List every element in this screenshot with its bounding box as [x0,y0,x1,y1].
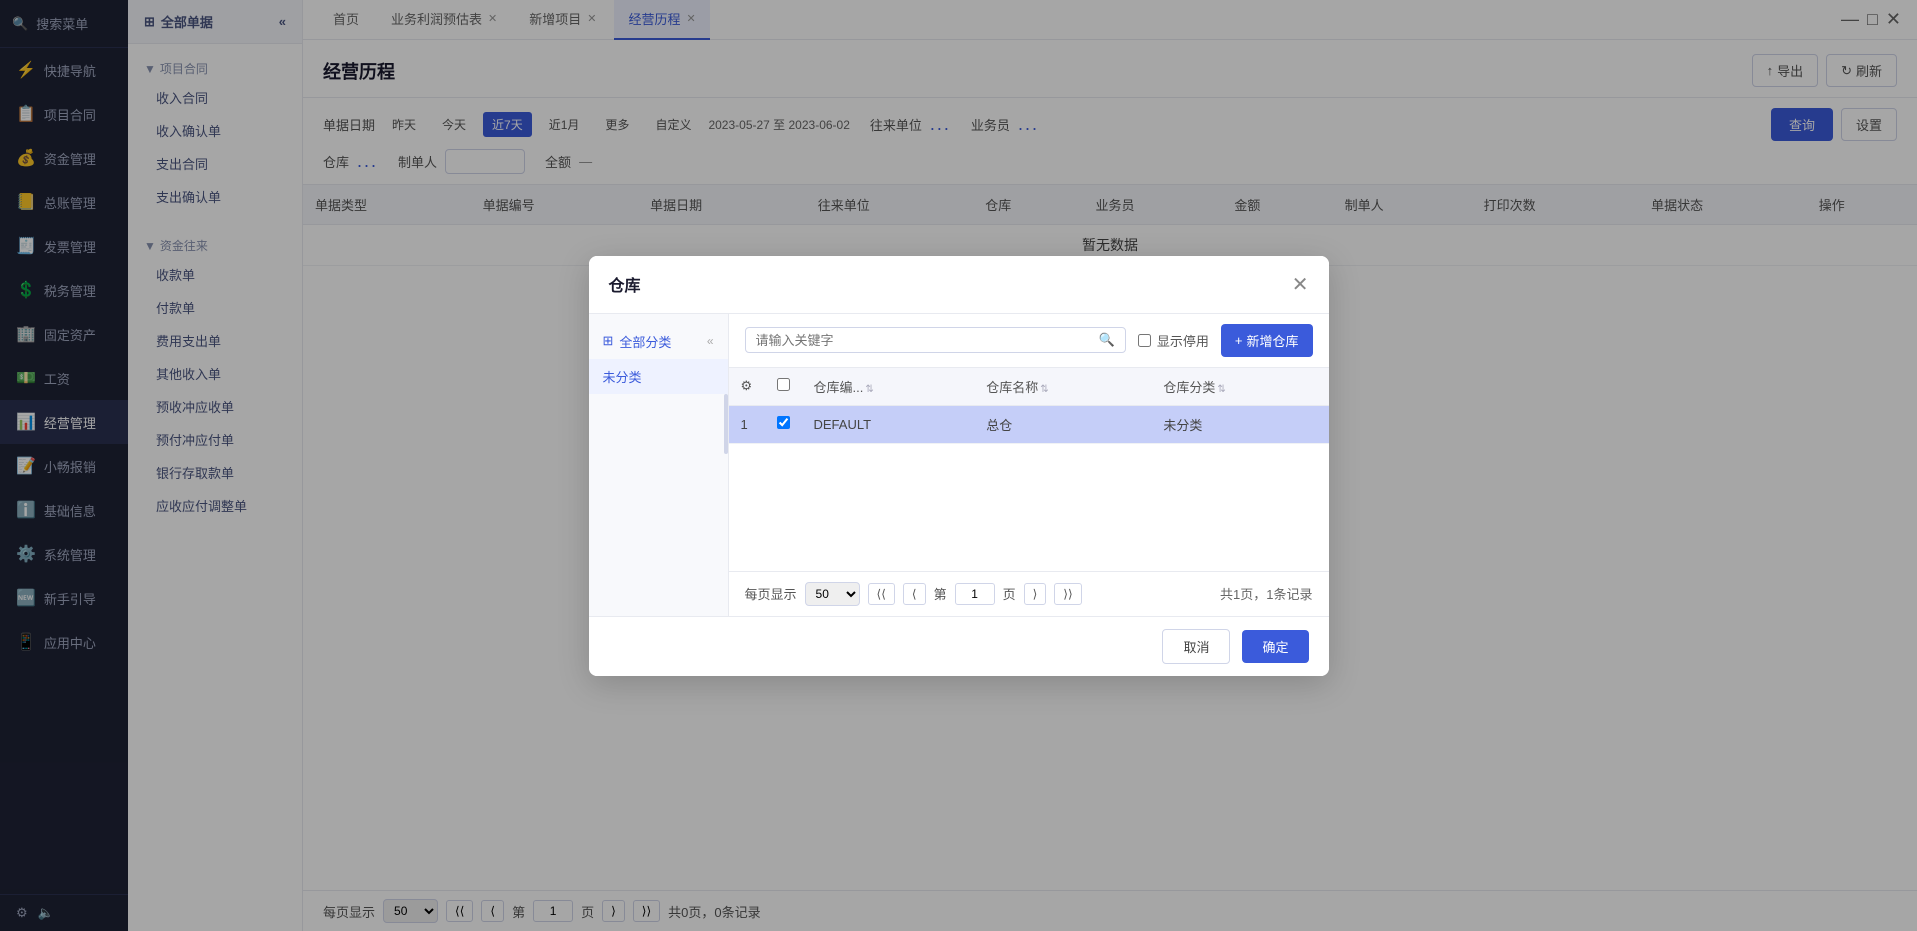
modal-left-panel: ⊞ 全部分类 « 未分类 [589,314,729,616]
modal-page-suffix: 页 [1003,584,1016,603]
uncategorized-label: 未分类 [603,370,642,385]
modal-search-box[interactable]: 🔍 [745,327,1126,353]
modal-prev-page-btn[interactable]: ⟨ [903,583,926,605]
row-code: DEFAULT [802,405,975,443]
modal-overlay: 仓库 ✕ ⊞ 全部分类 « 未分类 [0,0,1917,931]
prev-icon: ⟨ [912,587,917,601]
modal-per-page-label: 每页显示 [745,584,797,603]
add-warehouse-button[interactable]: + 新增仓库 [1221,324,1313,357]
row-checkbox[interactable] [777,416,790,429]
modal-page-label: 第 [934,584,947,603]
sort-code-icon: ⇅ [865,384,873,395]
modal-search-input[interactable] [756,333,1093,348]
modal-first-page-btn[interactable]: ⟨⟨ [868,583,895,605]
modal-page-input[interactable] [955,583,995,605]
col-settings-icon: ⚙ [729,368,765,406]
col-warehouse-name: 仓库名称⇅ [974,368,1151,406]
modal-last-page-btn[interactable]: ⟩⟩ [1054,583,1081,605]
row-index: 1 [729,405,765,443]
confirm-button[interactable]: 确定 [1242,630,1308,663]
all-category-label: 全部分类 [619,332,671,351]
grid-category-icon: ⊞ [603,333,614,349]
show-disabled-checkbox[interactable] [1138,334,1151,347]
select-all-checkbox[interactable] [777,378,790,391]
row-category: 未分类 [1151,405,1328,443]
modal-total-text: 共1页，1条记录 [1220,584,1312,603]
left-scrollbar[interactable] [724,394,728,454]
sort-name-icon: ⇅ [1040,384,1048,395]
modal-per-page-select[interactable]: 50 100 [805,582,860,606]
last-icon: ⟩⟩ [1063,587,1072,601]
sort-cat-icon: ⇅ [1217,384,1225,395]
cancel-button[interactable]: 取消 [1162,629,1230,664]
modal-table-row[interactable]: 1 DEFAULT 总仓 未分类 [729,405,1329,443]
modal-next-page-btn[interactable]: ⟩ [1024,583,1047,605]
col-warehouse-code: 仓库编...⇅ [802,368,975,406]
modal-right-panel: 🔍 显示停用 + 新增仓库 [729,314,1329,616]
next-icon: ⟩ [1033,587,1038,601]
show-disabled-container: 显示停用 [1138,331,1209,350]
col-checkbox [765,368,802,406]
modal-close-button[interactable]: ✕ [1292,272,1309,297]
plus-icon: + [1235,333,1243,348]
first-icon: ⟨⟨ [877,587,886,601]
modal-header: 仓库 ✕ [589,256,1329,314]
row-name: 总仓 [974,405,1151,443]
modal-table-header: ⚙ 仓库编...⇅ 仓库名称⇅ [729,368,1329,406]
modal-table-area: ⚙ 仓库编...⇅ 仓库名称⇅ [729,368,1329,571]
modal-pagination: 每页显示 50 100 ⟨⟨ ⟨ 第 页 ⟩ [729,571,1329,616]
modal-body: ⊞ 全部分类 « 未分类 🔍 [589,314,1329,616]
modal-search-icon[interactable]: 🔍 [1099,332,1115,348]
modal-all-category[interactable]: ⊞ 全部分类 « [589,324,728,359]
modal-table: ⚙ 仓库编...⇅ 仓库名称⇅ [729,368,1329,444]
col-warehouse-category: 仓库分类⇅ [1151,368,1328,406]
modal-uncategorized[interactable]: 未分类 [589,359,728,394]
add-warehouse-label: 新增仓库 [1246,331,1298,350]
modal-title: 仓库 [609,272,641,296]
modal-footer: 取消 确定 [589,616,1329,676]
collapse-left-icon[interactable]: « [707,334,714,348]
modal-toolbar: 🔍 显示停用 + 新增仓库 [729,314,1329,368]
warehouse-modal: 仓库 ✕ ⊞ 全部分类 « 未分类 [589,256,1329,676]
gear-icon[interactable]: ⚙ [741,378,753,393]
show-disabled-label: 显示停用 [1157,331,1209,350]
row-checkbox-cell [765,405,802,443]
